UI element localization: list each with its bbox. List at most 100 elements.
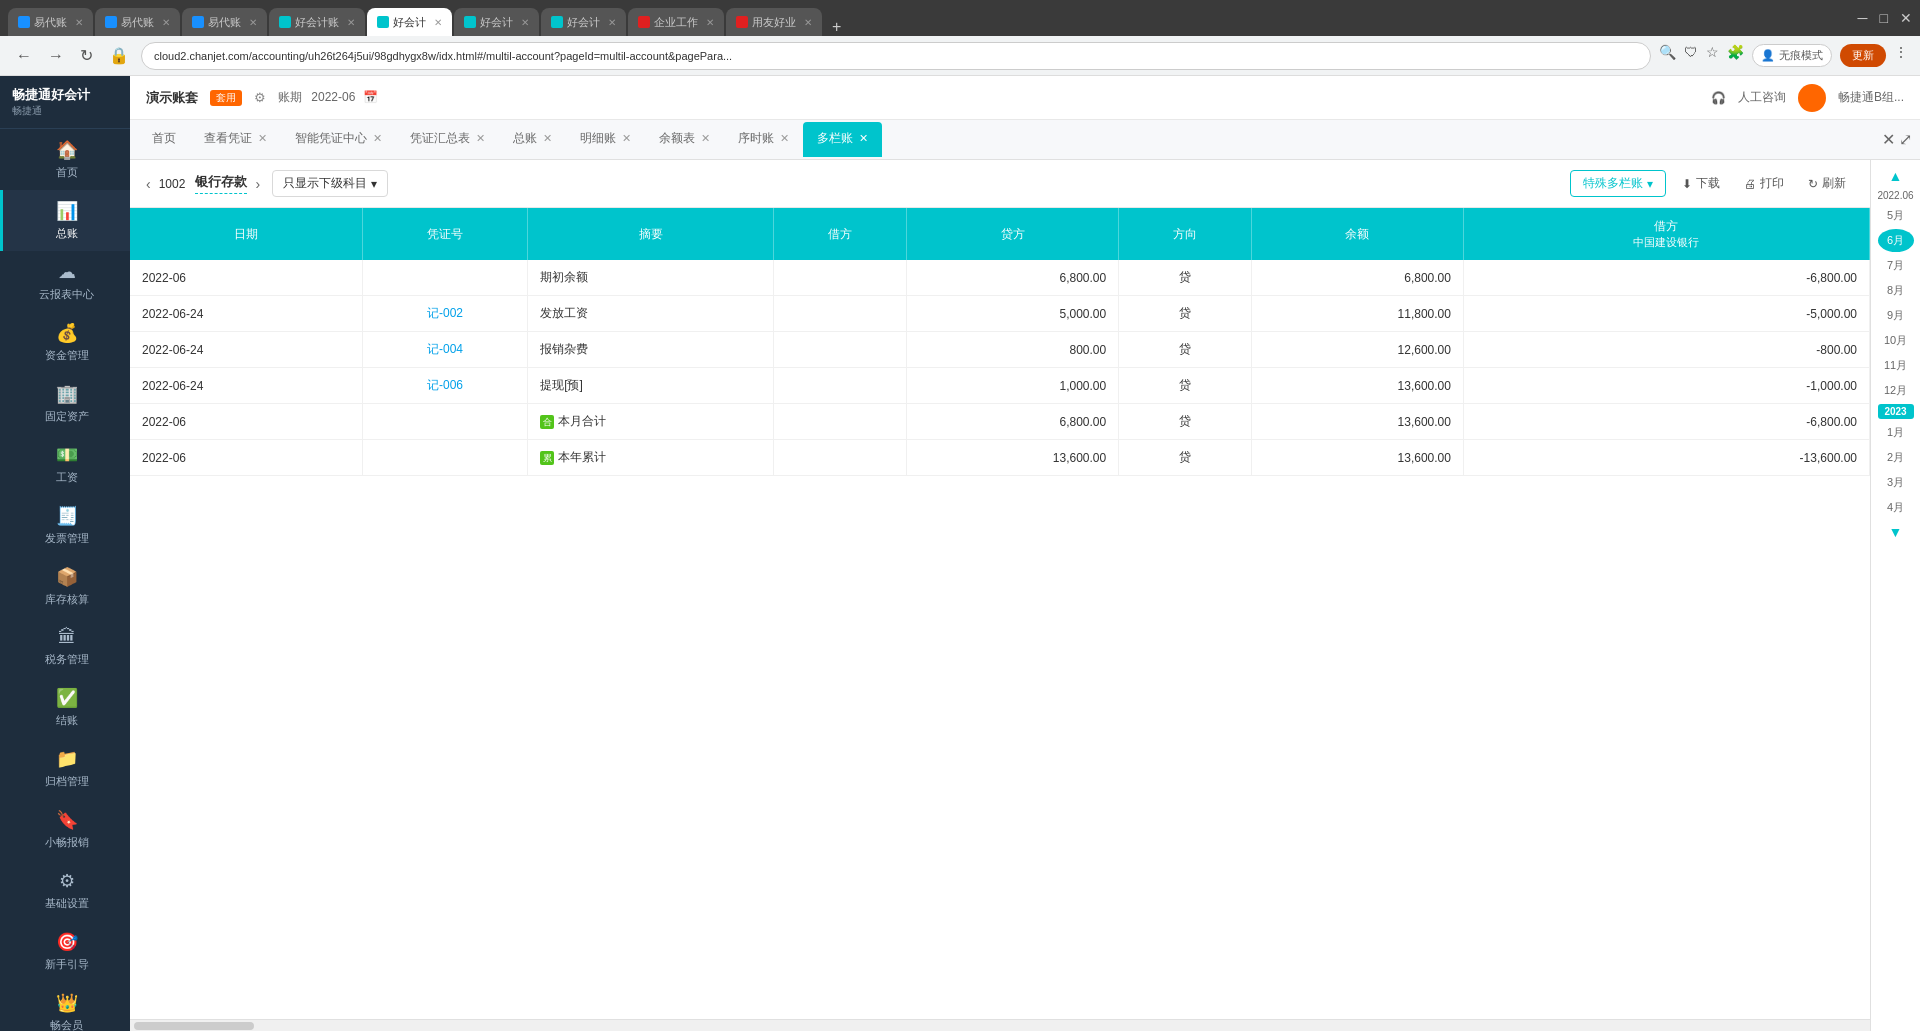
user-label[interactable]: 畅捷通B组...	[1838, 89, 1904, 106]
cell-voucher-1[interactable]: 记-002	[362, 296, 527, 332]
sidebar-item-member[interactable]: 👑 畅会员	[0, 982, 130, 1031]
tab-close-view-voucher[interactable]: ✕	[258, 132, 267, 145]
tab-detail-ledger[interactable]: 明细账 ✕	[566, 122, 645, 157]
sidebar-item-inventory[interactable]: 📦 库存核算	[0, 556, 130, 617]
tab-close-detail-ledger[interactable]: ✕	[622, 132, 631, 145]
tab-home[interactable]: 首页	[138, 122, 190, 157]
scrollbar-thumb[interactable]	[134, 1022, 254, 1030]
browser-tab-2[interactable]: 易代账 ✕	[182, 8, 267, 36]
star-icon[interactable]: ☆	[1706, 44, 1719, 67]
sidebar-item-fixed-assets[interactable]: 🏢 固定资产	[0, 373, 130, 434]
sidebar-label-general-ledger: 总账	[56, 226, 78, 241]
expand-button[interactable]: ⤢	[1899, 130, 1912, 149]
calendar-month-sep[interactable]: 9月	[1878, 304, 1914, 327]
gear-icon[interactable]: ⚙	[254, 90, 266, 105]
browser-tab-0[interactable]: 易代账 ✕	[8, 8, 93, 36]
tab-close-chronological[interactable]: ✕	[780, 132, 789, 145]
tab-close-2[interactable]: ✕	[249, 17, 257, 28]
sidebar-item-tax[interactable]: 🏛 税务管理	[0, 617, 130, 677]
download-button[interactable]: ⬇ 下载	[1674, 171, 1728, 196]
refresh-ledger-button[interactable]: ↻ 刷新	[1800, 171, 1854, 196]
browser-tab-8[interactable]: 用友好业 ✕	[726, 8, 822, 36]
cell-voucher-3[interactable]: 记-006	[362, 368, 527, 404]
tab-close-3[interactable]: ✕	[347, 17, 355, 28]
tab-voucher-summary[interactable]: 凭证汇总表 ✕	[396, 122, 499, 157]
refresh-button[interactable]: ↻	[76, 42, 97, 69]
close-icon[interactable]: ✕	[1900, 10, 1912, 26]
extension-icon[interactable]: 🧩	[1727, 44, 1744, 67]
calendar-icon[interactable]: 📅	[363, 90, 378, 104]
tab-chronological-ledger[interactable]: 序时账 ✕	[724, 122, 803, 157]
tab-close-7[interactable]: ✕	[706, 17, 714, 28]
calendar-month-jun[interactable]: 6月	[1878, 229, 1914, 252]
calendar-month-oct[interactable]: 10月	[1878, 329, 1914, 352]
browser-tab-3[interactable]: 好会计账 ✕	[269, 8, 365, 36]
horizontal-scrollbar[interactable]	[130, 1019, 1870, 1031]
calendar-month-nov[interactable]: 11月	[1878, 354, 1914, 377]
sidebar-item-settings[interactable]: ⚙ 基础设置	[0, 860, 130, 921]
tab-close-1[interactable]: ✕	[162, 17, 170, 28]
tab-balance-sheet[interactable]: 余额表 ✕	[645, 122, 724, 157]
calendar-month-apr[interactable]: 4月	[1878, 496, 1914, 519]
tab-general-ledger[interactable]: 总账 ✕	[499, 122, 566, 157]
url-input[interactable]: cloud2.chanjet.com/accounting/uh26t264j5…	[141, 42, 1651, 70]
maximize-icon[interactable]: □	[1880, 10, 1888, 26]
sidebar-item-expense[interactable]: 🔖 小畅报销	[0, 799, 130, 860]
calendar-scroll-up[interactable]: ▲	[1885, 164, 1907, 188]
download-label: 下载	[1696, 175, 1720, 192]
calendar-month-dec[interactable]: 12月	[1878, 379, 1914, 402]
calendar-month-jan[interactable]: 1月	[1878, 421, 1914, 444]
tab-close-6[interactable]: ✕	[608, 17, 616, 28]
home-button[interactable]: 🔒	[105, 42, 133, 69]
tab-multi-column-ledger[interactable]: 多栏账 ✕	[803, 122, 882, 157]
subject-next-button[interactable]: ›	[255, 176, 260, 192]
sidebar-item-cloud-reports[interactable]: ☁ 云报表中心	[0, 251, 130, 312]
tab-close-4[interactable]: ✕	[434, 17, 442, 28]
calendar-month-aug[interactable]: 8月	[1878, 279, 1914, 302]
sidebar-item-general-ledger[interactable]: 📊 总账	[0, 190, 130, 251]
back-button[interactable]: ←	[12, 43, 36, 69]
sidebar-item-home[interactable]: 🏠 首页	[0, 129, 130, 190]
no-trace-button[interactable]: 👤 无痕模式	[1752, 44, 1832, 67]
tab-close-5[interactable]: ✕	[521, 17, 529, 28]
tab-close-voucher-summary[interactable]: ✕	[476, 132, 485, 145]
browser-tab-5[interactable]: 好会计 ✕	[454, 8, 539, 36]
search-icon[interactable]: 🔍	[1659, 44, 1676, 67]
shield-icon[interactable]: 🛡	[1684, 44, 1698, 67]
browser-tab-4[interactable]: 好会计 ✕	[367, 8, 452, 36]
tab-close-multi-column[interactable]: ✕	[859, 132, 868, 145]
sidebar-item-archive[interactable]: 📁 归档管理	[0, 738, 130, 799]
calendar-month-mar[interactable]: 3月	[1878, 471, 1914, 494]
filter-dropdown[interactable]: 只显示下级科目 ▾	[272, 170, 388, 197]
tab-close-general-ledger[interactable]: ✕	[543, 132, 552, 145]
menu-icon[interactable]: ⋮	[1894, 44, 1908, 67]
tab-smart-voucher[interactable]: 智能凭证中心 ✕	[281, 122, 396, 157]
tab-close-balance-sheet[interactable]: ✕	[701, 132, 710, 145]
sidebar-item-fund-management[interactable]: 💰 资金管理	[0, 312, 130, 373]
tab-close-smart-voucher[interactable]: ✕	[373, 132, 382, 145]
print-button[interactable]: 🖨 打印	[1736, 171, 1792, 196]
calendar-month-feb[interactable]: 2月	[1878, 446, 1914, 469]
new-tab-button[interactable]: +	[824, 18, 849, 36]
help-label[interactable]: 人工咨询	[1738, 89, 1786, 106]
sidebar-item-salary[interactable]: 💵 工资	[0, 434, 130, 495]
sidebar-item-invoice[interactable]: 🧾 发票管理	[0, 495, 130, 556]
calendar-month-jul[interactable]: 7月	[1878, 254, 1914, 277]
special-multi-button[interactable]: 特殊多栏账 ▾	[1570, 170, 1666, 197]
calendar-scroll-down[interactable]: ▼	[1885, 520, 1907, 544]
sidebar-item-close-account[interactable]: ✅ 结账	[0, 677, 130, 738]
tab-view-voucher[interactable]: 查看凭证 ✕	[190, 122, 281, 157]
subject-prev-button[interactable]: ‹	[146, 176, 151, 192]
browser-tab-7[interactable]: 企业工作 ✕	[628, 8, 724, 36]
update-button[interactable]: 更新	[1840, 44, 1886, 67]
browser-tab-6[interactable]: 好会计 ✕	[541, 8, 626, 36]
tab-close-0[interactable]: ✕	[75, 17, 83, 28]
browser-tab-1[interactable]: 易代账 ✕	[95, 8, 180, 36]
forward-button[interactable]: →	[44, 43, 68, 69]
tab-close-8[interactable]: ✕	[804, 17, 812, 28]
minimize-icon[interactable]: ─	[1858, 10, 1868, 26]
cell-voucher-2[interactable]: 记-004	[362, 332, 527, 368]
close-panel-button[interactable]: ✕	[1882, 130, 1895, 149]
sidebar-item-guide[interactable]: 🎯 新手引导	[0, 921, 130, 982]
calendar-month-may[interactable]: 5月	[1878, 204, 1914, 227]
